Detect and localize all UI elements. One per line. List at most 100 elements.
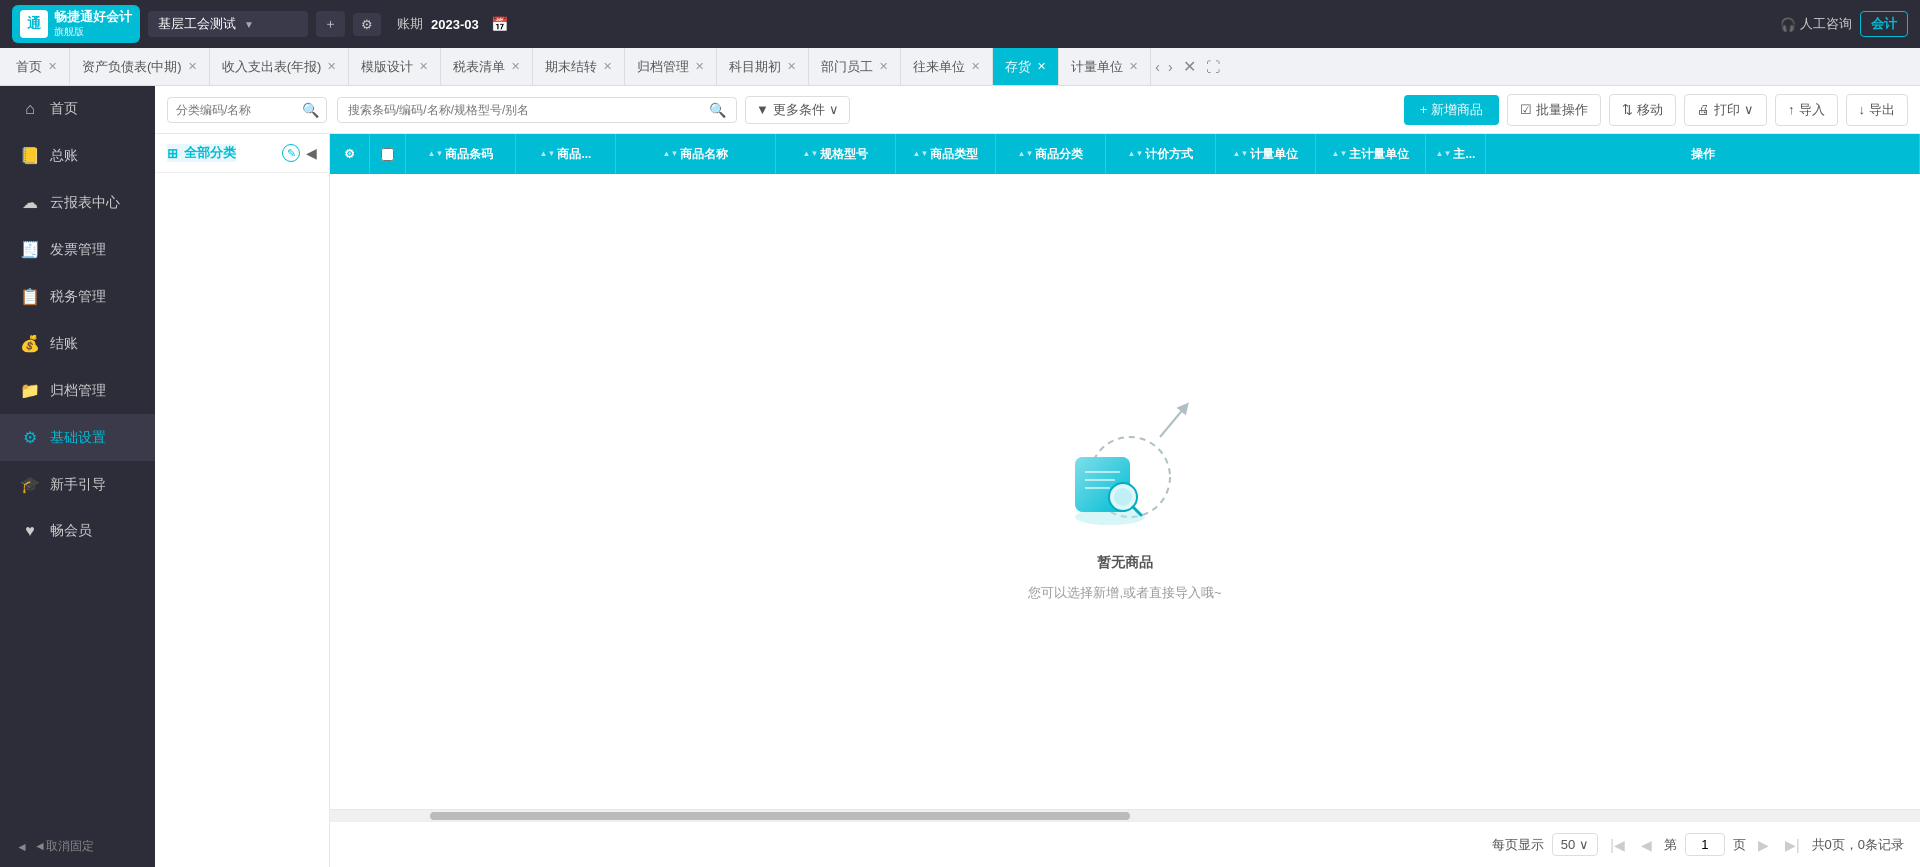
member-icon: ♥ — [20, 522, 40, 540]
horizontal-scrollbar[interactable] — [330, 809, 1920, 821]
tab-close-income[interactable]: ✕ — [327, 60, 336, 73]
th-barcode[interactable]: ▲▼ 商品条码 — [406, 134, 516, 174]
page-first-button[interactable]: |◀ — [1606, 835, 1629, 855]
tab-expand-button[interactable]: ⛶ — [1202, 59, 1224, 75]
tab-scroll-left-button[interactable]: ‹ — [1151, 59, 1164, 75]
tab-balance[interactable]: 资产负债表(中期) ✕ — [70, 48, 210, 86]
account-badge[interactable]: 会计 — [1860, 11, 1908, 37]
settings-icon: ⚙ — [20, 428, 40, 447]
tab-period-carry[interactable]: 期末结转 ✕ — [533, 48, 625, 86]
edit-categories-icon[interactable]: ✎ — [282, 144, 300, 162]
export-icon: ↓ — [1859, 102, 1866, 117]
human-service-button[interactable]: 🎧 人工咨询 — [1780, 15, 1852, 33]
filter-button[interactable]: ▼ 更多条件 ∨ — [745, 96, 850, 124]
scrollbar-thumb[interactable] — [430, 812, 1130, 820]
settings-button[interactable]: ⚙ — [353, 13, 381, 36]
sidebar-item-cloud-report[interactable]: ☁ 云报表中心 — [0, 179, 155, 226]
tab-close-archive[interactable]: ✕ — [695, 60, 704, 73]
sidebar-item-tax[interactable]: 📋 税务管理 — [0, 273, 155, 320]
total-label: 共0页，0条记录 — [1812, 836, 1904, 854]
tab-close-all-button[interactable]: ✕ — [1177, 57, 1202, 76]
tab-home[interactable]: 首页 ✕ — [4, 48, 70, 86]
th-unit[interactable]: ▲▼ 计量单位 — [1216, 134, 1316, 174]
move-button[interactable]: ⇅ 移动 — [1609, 94, 1676, 126]
category-search-icon[interactable]: 🔍 — [302, 102, 319, 118]
th-col3[interactable]: ▲▼ 主... — [1426, 134, 1486, 174]
select-all-checkbox[interactable] — [381, 148, 394, 161]
th-price-method[interactable]: ▲▼ 计价方式 — [1106, 134, 1216, 174]
page-next-button[interactable]: ▶ — [1754, 835, 1773, 855]
th-main-unit[interactable]: ▲▼ 主计量单位 — [1316, 134, 1426, 174]
sort-arrows-name: ▲▼ — [663, 150, 679, 158]
product-search-icon[interactable]: 🔍 — [709, 102, 726, 118]
th-type[interactable]: ▲▼ 商品类型 — [896, 134, 996, 174]
tab-archive[interactable]: 归档管理 ✕ — [625, 48, 717, 86]
th-category[interactable]: ▲▼ 商品分类 — [996, 134, 1106, 174]
sidebar-item-member[interactable]: ♥ 畅会员 — [0, 508, 155, 554]
sidebar: ⌂ 首页 📒 总账 ☁ 云报表中心 🧾 发票管理 📋 税务管理 💰 结账 📁 归… — [0, 86, 155, 867]
tab-close-unit[interactable]: ✕ — [1129, 60, 1138, 73]
sidebar-item-ledger[interactable]: 📒 总账 — [0, 132, 155, 179]
all-categories-item[interactable]: ⊞ 全部分类 — [167, 144, 236, 162]
import-button[interactable]: ↑ 导入 — [1775, 94, 1838, 126]
ledger-icon: 📒 — [20, 146, 40, 165]
tab-contacts[interactable]: 往来单位 ✕ — [901, 48, 993, 86]
page-last-button[interactable]: ▶| — [1781, 835, 1804, 855]
collapse-panel-icon[interactable]: ◀ — [306, 145, 317, 161]
tab-close-contacts[interactable]: ✕ — [971, 60, 980, 73]
tab-close-template[interactable]: ✕ — [419, 60, 428, 73]
sidebar-item-archive[interactable]: 📁 归档管理 — [0, 367, 155, 414]
product-search-input[interactable] — [348, 103, 703, 117]
batch-ops-button[interactable]: ☑ 批量操作 — [1507, 94, 1601, 126]
add-tab-button[interactable]: ＋ — [316, 11, 345, 37]
th-code[interactable]: ▲▼ 商品... — [516, 134, 616, 174]
sidebar-item-close-account[interactable]: 💰 结账 — [0, 320, 155, 367]
pagination-bar: 每页显示 50 ∨ |◀ ◀ 第 页 ▶ ▶| 共0页，0条记录 — [330, 821, 1920, 867]
th-spec[interactable]: ▲▼ 规格型号 — [776, 134, 896, 174]
per-page-label: 每页显示 — [1492, 836, 1544, 854]
per-page-value: 50 — [1561, 837, 1575, 852]
calendar-icon[interactable]: 📅 — [491, 16, 508, 32]
tab-dept[interactable]: 部门员工 ✕ — [809, 48, 901, 86]
tab-close-tax-list[interactable]: ✕ — [511, 60, 520, 73]
tab-subject-init[interactable]: 科目期初 ✕ — [717, 48, 809, 86]
app-logo[interactable]: 通 畅捷通好会计 旗舰版 — [12, 5, 140, 43]
tab-unit[interactable]: 计量单位 ✕ — [1059, 48, 1151, 86]
tab-close-home[interactable]: ✕ — [48, 60, 57, 73]
sidebar-item-guide[interactable]: 🎓 新手引导 — [0, 461, 155, 508]
sidebar-item-invoice[interactable]: 🧾 发票管理 — [0, 226, 155, 273]
th-name[interactable]: ▲▼ 商品名称 — [616, 134, 776, 174]
company-selector[interactable]: 基层工会测试 ▼ — [148, 11, 308, 37]
print-button[interactable]: 🖨 打印 ∨ — [1684, 94, 1767, 126]
archive-icon: 📁 — [20, 381, 40, 400]
app-logo-text: 畅捷通好会计 — [54, 9, 132, 25]
home-icon: ⌂ — [20, 100, 40, 118]
add-product-button[interactable]: + 新增商品 — [1404, 95, 1499, 125]
sidebar-item-basic-settings[interactable]: ⚙ 基础设置 — [0, 414, 155, 461]
tab-close-period[interactable]: ✕ — [603, 60, 612, 73]
page-number-input[interactable] — [1685, 833, 1725, 856]
svg-point-8 — [1114, 488, 1132, 506]
th-checkbox[interactable] — [370, 134, 406, 174]
tab-close-inventory[interactable]: ✕ — [1037, 60, 1046, 73]
sidebar-item-home[interactable]: ⌂ 首页 — [0, 86, 155, 132]
toolbar-row: 🔍 🔍 ▼ 更多条件 ∨ + 新增商品 — [155, 86, 1920, 134]
page-prev-button[interactable]: ◀ — [1637, 835, 1656, 855]
app-logo-icon: 通 — [20, 10, 48, 38]
period-value: 2023-03 — [431, 17, 479, 32]
tab-inventory[interactable]: 存货 ✕ — [993, 48, 1059, 86]
th-settings[interactable]: ⚙ — [330, 134, 370, 174]
export-button[interactable]: ↓ 导出 — [1846, 94, 1909, 126]
tab-template[interactable]: 模版设计 ✕ — [349, 48, 441, 86]
tab-close-subject[interactable]: ✕ — [787, 60, 796, 73]
tab-income[interactable]: 收入支出表(年报) ✕ — [210, 48, 350, 86]
close-account-icon: 💰 — [20, 334, 40, 353]
tab-close-balance[interactable]: ✕ — [188, 60, 197, 73]
tab-scroll-right-button[interactable]: › — [1164, 59, 1177, 75]
empty-subtitle: 您可以选择新增,或者直接导入哦~ — [1028, 584, 1221, 602]
sidebar-collapse-button[interactable]: ◄ ◄取消固定 — [0, 826, 155, 867]
per-page-select[interactable]: 50 ∨ — [1552, 833, 1598, 856]
tab-tax-list[interactable]: 税表清单 ✕ — [441, 48, 533, 86]
category-search-input[interactable] — [176, 103, 296, 117]
tab-close-dept[interactable]: ✕ — [879, 60, 888, 73]
